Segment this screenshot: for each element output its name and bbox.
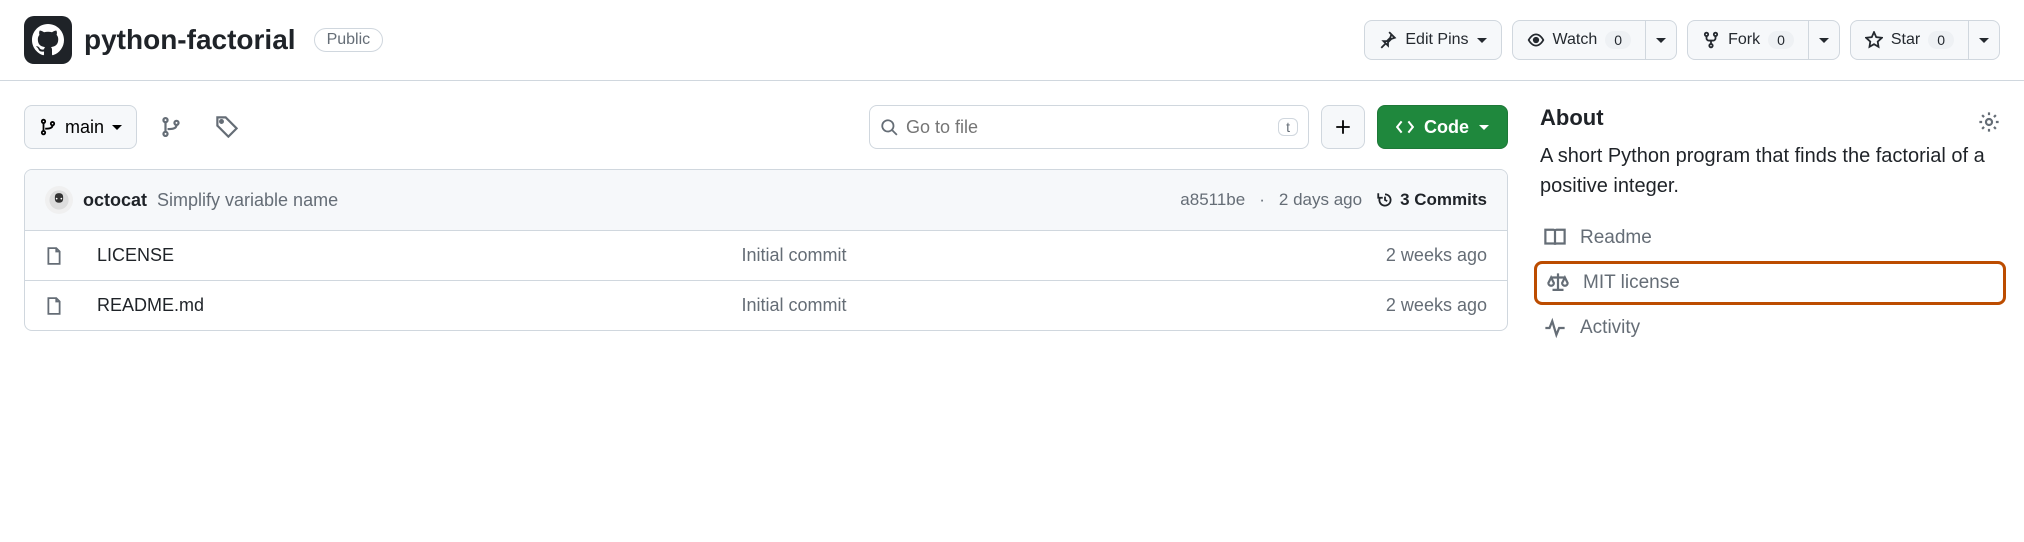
- commits-link[interactable]: 3 Commits: [1376, 190, 1487, 210]
- caret-down-icon: [1477, 38, 1487, 43]
- file-name[interactable]: README.md: [97, 295, 729, 316]
- code-button[interactable]: Code: [1377, 105, 1508, 149]
- github-logo[interactable]: [24, 16, 72, 64]
- caret-down-icon: [1979, 38, 1989, 43]
- fork-count: 0: [1768, 31, 1794, 49]
- readme-link[interactable]: Readme: [1540, 221, 2000, 255]
- watch-button[interactable]: Watch 0: [1512, 20, 1646, 60]
- file-row[interactable]: LICENSE Initial commit 2 weeks ago: [25, 231, 1507, 281]
- about-description: A short Python program that finds the fa…: [1540, 141, 2000, 201]
- file-listing: octocat Simplify variable name a8511be ·…: [24, 169, 1508, 331]
- fork-button[interactable]: Fork 0: [1687, 20, 1808, 60]
- fork-icon: [1702, 31, 1720, 49]
- branch-select-button[interactable]: main: [24, 105, 137, 149]
- visibility-badge: Public: [314, 28, 384, 52]
- history-icon: [1376, 191, 1394, 209]
- watch-count: 0: [1605, 31, 1631, 49]
- fork-menu-button[interactable]: [1808, 20, 1840, 60]
- tags-button[interactable]: [205, 105, 249, 149]
- watch-menu-button[interactable]: [1645, 20, 1677, 60]
- repo-header: python-factorial Public Edit Pins Watch …: [0, 0, 2024, 81]
- law-icon: [1547, 272, 1569, 294]
- search-icon: [880, 118, 898, 136]
- file-row[interactable]: README.md Initial commit 2 weeks ago: [25, 281, 1507, 330]
- files-toolbar: main t Code: [24, 105, 1508, 149]
- file-name[interactable]: LICENSE: [97, 245, 729, 266]
- about-sidebar: About A short Python program that finds …: [1540, 105, 2000, 345]
- file-search[interactable]: t: [869, 105, 1309, 149]
- file-commit-msg[interactable]: Initial commit: [741, 295, 1373, 316]
- repo-actions: Edit Pins Watch 0 Fork 0 Star 0: [1364, 20, 2000, 60]
- edit-pins-button[interactable]: Edit Pins: [1364, 20, 1501, 60]
- avatar[interactable]: [45, 186, 73, 214]
- repo-name[interactable]: python-factorial: [84, 24, 296, 56]
- caret-down-icon: [1479, 125, 1489, 130]
- search-kbd-hint: t: [1278, 118, 1298, 136]
- tag-icon: [216, 116, 238, 138]
- file-search-input[interactable]: [906, 117, 1278, 138]
- github-mark-icon: [32, 24, 64, 56]
- caret-down-icon: [1656, 38, 1666, 43]
- star-icon: [1865, 31, 1883, 49]
- plus-icon: [1334, 118, 1352, 136]
- file-commit-msg[interactable]: Initial commit: [741, 245, 1373, 266]
- file-icon: [45, 247, 63, 265]
- gear-icon: [1978, 111, 2000, 133]
- eye-icon: [1527, 31, 1545, 49]
- code-icon: [1396, 118, 1414, 136]
- license-link[interactable]: MIT license: [1543, 266, 1997, 300]
- caret-down-icon: [112, 125, 122, 130]
- branches-button[interactable]: [149, 105, 193, 149]
- latest-commit-bar: octocat Simplify variable name a8511be ·…: [25, 170, 1507, 231]
- caret-down-icon: [1819, 38, 1829, 43]
- star-button[interactable]: Star 0: [1850, 20, 1968, 60]
- file-age: 2 weeks ago: [1386, 245, 1487, 266]
- file-icon: [45, 297, 63, 315]
- license-highlight: MIT license: [1534, 261, 2006, 305]
- commit-message[interactable]: Simplify variable name: [157, 190, 338, 211]
- add-file-button[interactable]: [1321, 105, 1365, 149]
- file-age: 2 weeks ago: [1386, 295, 1487, 316]
- star-menu-button[interactable]: [1968, 20, 2000, 60]
- branch-icon: [39, 118, 57, 136]
- octocat-icon: [48, 189, 70, 211]
- pin-icon: [1379, 31, 1397, 49]
- commit-sha[interactable]: a8511be: [1180, 190, 1245, 210]
- pulse-icon: [1544, 317, 1566, 339]
- book-icon: [1544, 227, 1566, 249]
- commit-author[interactable]: octocat: [83, 190, 147, 211]
- about-heading: About: [1540, 105, 1604, 131]
- commit-age: 2 days ago: [1279, 190, 1362, 210]
- settings-button[interactable]: [1978, 111, 2000, 136]
- branch-icon: [160, 116, 182, 138]
- star-count: 0: [1928, 31, 1954, 49]
- activity-link[interactable]: Activity: [1540, 311, 2000, 345]
